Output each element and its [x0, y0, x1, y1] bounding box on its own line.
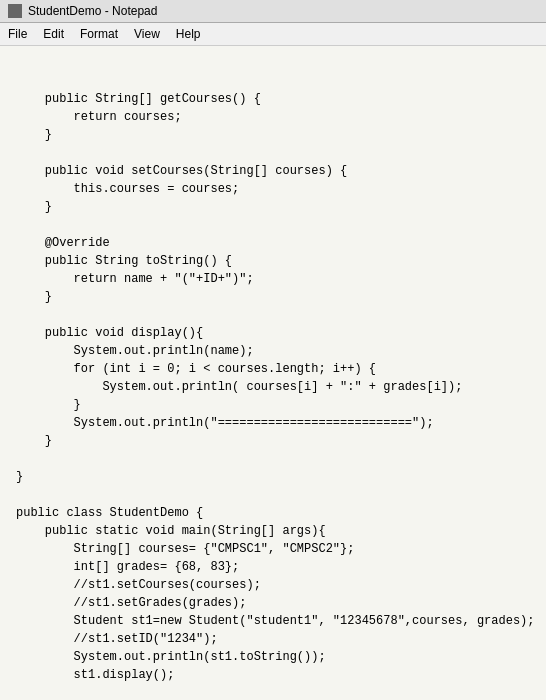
- code-line: int[] grades= {68, 83};: [16, 558, 530, 576]
- menu-help[interactable]: Help: [168, 25, 209, 43]
- code-line: }: [16, 126, 530, 144]
- menu-view[interactable]: View: [126, 25, 168, 43]
- code-line: public String[] getCourses() {: [16, 90, 530, 108]
- code-line: }: [16, 288, 530, 306]
- code-line: }: [16, 432, 530, 450]
- code-line: public void setCourses(String[] courses)…: [16, 162, 530, 180]
- code-line: }: [16, 396, 530, 414]
- code-line: st1.display();: [16, 666, 530, 684]
- code-line: return name + "("+ID+")";: [16, 270, 530, 288]
- code-line: }: [16, 198, 530, 216]
- code-line: [16, 486, 530, 504]
- code-line: //st1.setGrades(grades);: [16, 594, 530, 612]
- title-bar: StudentDemo - Notepad: [0, 0, 546, 23]
- code-line: Student st1=new Student("student1", "123…: [16, 612, 530, 630]
- code-line: this.courses = courses;: [16, 180, 530, 198]
- code-line: for (int i = 0; i < courses.length; i++)…: [16, 360, 530, 378]
- menu-bar: File Edit Format View Help: [0, 23, 546, 46]
- code-line: [16, 684, 530, 700]
- menu-file[interactable]: File: [0, 25, 35, 43]
- code-line: [16, 144, 530, 162]
- window-title: StudentDemo - Notepad: [28, 4, 157, 18]
- code-line: //st1.setID("1234");: [16, 630, 530, 648]
- code-line: return courses;: [16, 108, 530, 126]
- code-line: public void display(){: [16, 324, 530, 342]
- code-line: public static void main(String[] args){: [16, 522, 530, 540]
- code-line: @Override: [16, 234, 530, 252]
- code-line: System.out.println( courses[i] + ":" + g…: [16, 378, 530, 396]
- menu-edit[interactable]: Edit: [35, 25, 72, 43]
- menu-format[interactable]: Format: [72, 25, 126, 43]
- notepad-icon: [8, 4, 22, 18]
- code-line: public class StudentDemo {: [16, 504, 530, 522]
- code-editor[interactable]: public String[] getCourses() { return co…: [0, 46, 546, 700]
- code-line: System.out.println(st1.toString());: [16, 648, 530, 666]
- code-line: [16, 216, 530, 234]
- code-line: String[] courses= {"CMPSC1", "CMPSC2"};: [16, 540, 530, 558]
- code-line: System.out.println("====================…: [16, 414, 530, 432]
- code-line: }: [16, 468, 530, 486]
- notepad-window: StudentDemo - Notepad File Edit Format V…: [0, 0, 546, 700]
- code-line: [16, 306, 530, 324]
- code-line: public String toString() {: [16, 252, 530, 270]
- code-line: [16, 450, 530, 468]
- code-line: //st1.setCourses(courses);: [16, 576, 530, 594]
- code-line: System.out.println(name);: [16, 342, 530, 360]
